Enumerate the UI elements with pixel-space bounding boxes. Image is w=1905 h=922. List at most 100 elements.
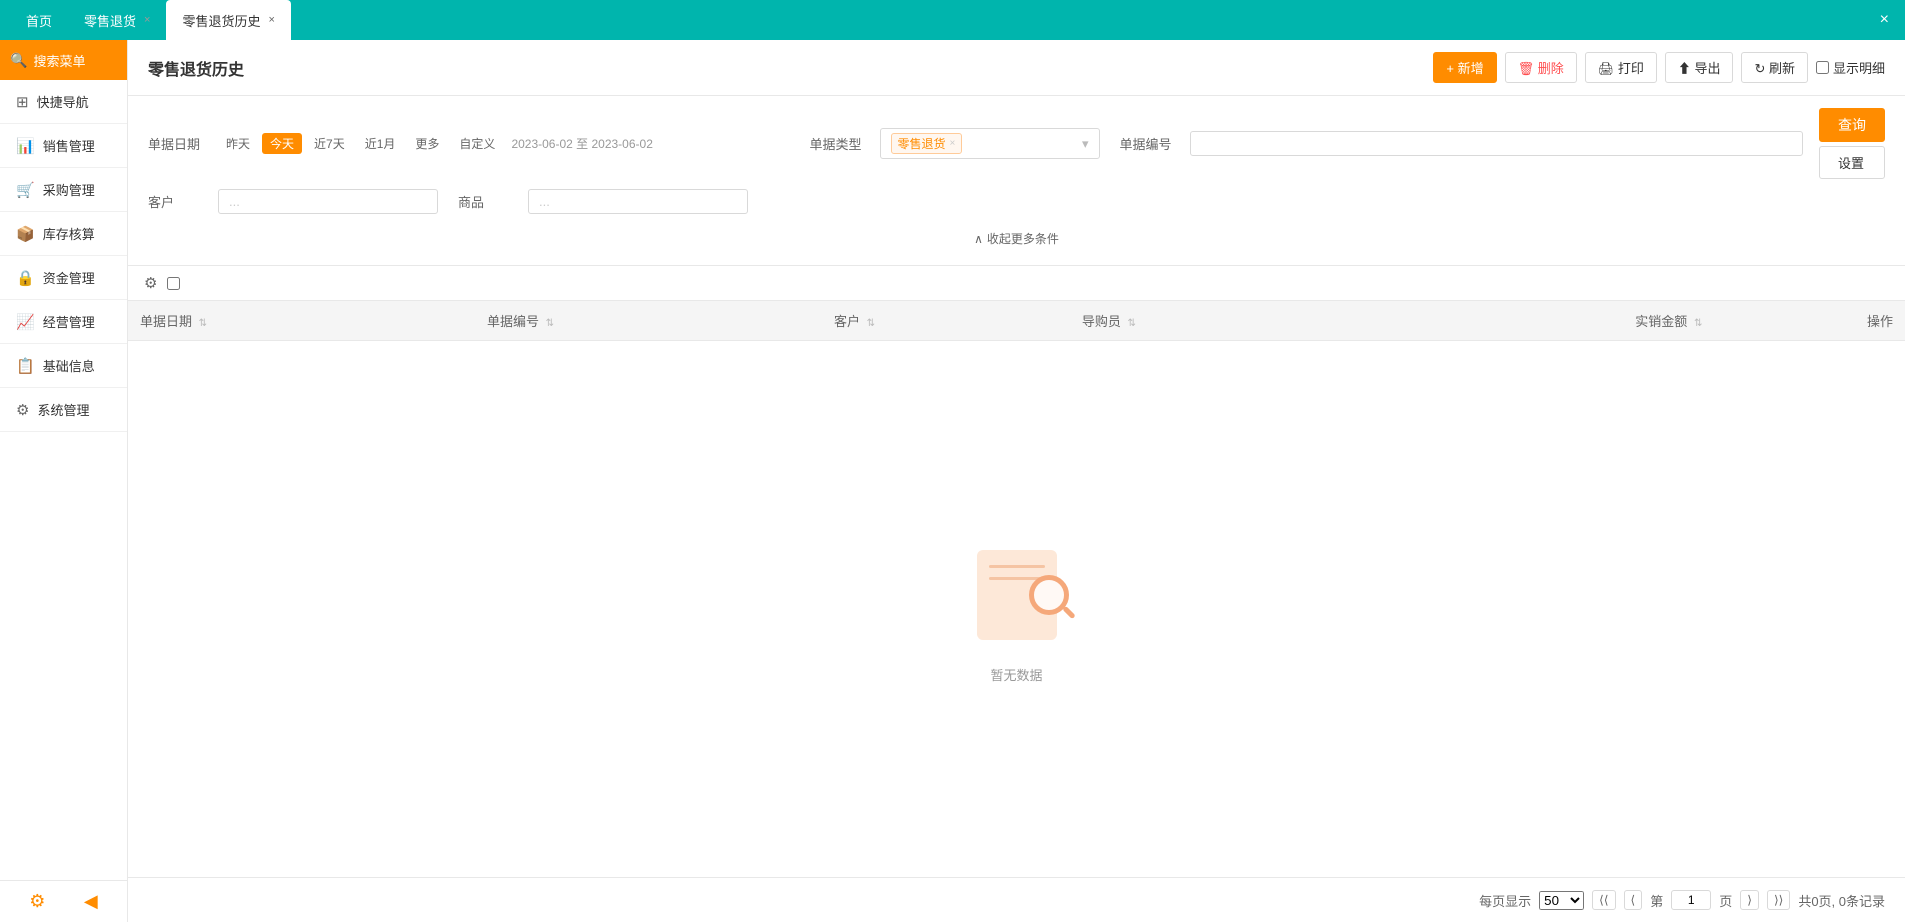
system-icon: ⚙ xyxy=(16,401,29,419)
tab-return-history-close[interactable]: × xyxy=(268,14,274,26)
tab-home-label: 首页 xyxy=(26,11,52,30)
order-no-input[interactable] xyxy=(1190,131,1804,156)
column-settings-icon[interactable]: ⚙ xyxy=(144,274,157,292)
show-detail-input[interactable] xyxy=(1816,61,1829,74)
sidebar-item-purchase-label: 采购管理 xyxy=(43,180,95,199)
date-btn-today[interactable]: 今天 xyxy=(262,133,302,154)
col-amount[interactable]: 实销金额 ⇅ xyxy=(1367,301,1714,341)
filter-order-label: 单据编号 xyxy=(1120,134,1190,153)
sidebar-item-base-info[interactable]: 📋 基础信息 xyxy=(0,344,127,388)
date-range-display: 2023-06-02 至 2023-06-02 xyxy=(511,135,652,152)
date-btn-1month[interactable]: 近1月 xyxy=(357,133,404,154)
filter-type-select[interactable]: 零售退货 × ▾ xyxy=(880,128,1100,159)
sidebar-item-base-info-label: 基础信息 xyxy=(43,356,95,375)
first-page-button[interactable]: ⟨⟨ xyxy=(1592,890,1615,910)
search-icon: 🔍 xyxy=(10,52,27,69)
date-btn-custom[interactable]: 自定义 xyxy=(451,133,503,154)
sidebar-item-finance[interactable]: 🔒 资金管理 xyxy=(0,256,127,300)
show-detail-label: 显示明细 xyxy=(1833,58,1885,77)
sort-amount-icon: ⇅ xyxy=(1694,318,1702,329)
filter-date-label: 单据日期 xyxy=(148,134,218,153)
sidebar-item-sales[interactable]: 📊 销售管理 xyxy=(0,124,127,168)
sort-order-icon: ⇅ xyxy=(546,318,554,329)
page-label-pre: 第 xyxy=(1650,891,1663,910)
date-btn-7days[interactable]: 近7天 xyxy=(306,133,353,154)
date-btn-yesterday[interactable]: 昨天 xyxy=(218,133,258,154)
select-all-checkbox[interactable] xyxy=(167,277,180,290)
sort-guide-icon: ⇅ xyxy=(1128,318,1136,329)
empty-text: 暂无数据 xyxy=(990,665,1042,684)
print-button[interactable]: 🖨 打印 xyxy=(1585,52,1657,83)
table-toolbar: ⚙ xyxy=(128,266,1905,301)
top-bar: 首页 零售退货 × 零售退货历史 × × xyxy=(0,0,1905,40)
tab-return-close[interactable]: × xyxy=(144,14,150,26)
new-button[interactable]: + 新增 xyxy=(1433,52,1496,83)
sidebar-item-system[interactable]: ⚙ 系统管理 xyxy=(0,388,127,432)
col-date[interactable]: 单据日期 ⇅ xyxy=(128,301,475,341)
col-order-no[interactable]: 单据编号 ⇅ xyxy=(475,301,822,341)
collapse-up-icon: ∧ xyxy=(974,232,983,246)
sidebar-menu: ⊞ 快捷导航 📊 销售管理 🛒 采购管理 📦 库存核算 🔒 资金管理 xyxy=(0,80,127,880)
sidebar-item-purchase[interactable]: 🛒 采购管理 xyxy=(0,168,127,212)
data-table: 单据日期 ⇅ 单据编号 ⇅ 客户 ⇅ xyxy=(128,301,1905,341)
page-label: 页 xyxy=(1719,891,1732,910)
sidebar-item-inventory[interactable]: 📦 库存核算 xyxy=(0,212,127,256)
query-button[interactable]: 查询 xyxy=(1819,108,1885,142)
collapse-label: 收起更多条件 xyxy=(987,230,1059,247)
inventory-icon: 📦 xyxy=(16,225,35,243)
tab-return[interactable]: 零售退货 × xyxy=(68,0,166,40)
sidebar-search[interactable]: 🔍 搜索菜单 xyxy=(0,40,127,80)
customer-placeholder: ... xyxy=(229,194,240,209)
filter-customer-label: 客户 xyxy=(148,192,218,211)
refresh-button[interactable]: ↻ 刷新 xyxy=(1741,52,1808,83)
page-title: 零售退货历史 xyxy=(148,56,244,80)
sidebar-item-business[interactable]: 📈 经营管理 xyxy=(0,300,127,344)
business-icon: 📈 xyxy=(16,313,35,331)
date-btn-more[interactable]: 更多 xyxy=(407,133,447,154)
filter-goods-label: 商品 xyxy=(458,192,528,211)
last-page-button[interactable]: ⟩⟩ xyxy=(1767,890,1790,910)
col-guide[interactable]: 导购员 ⇅ xyxy=(1070,301,1367,341)
dropdown-arrow-icon: ▾ xyxy=(1082,136,1089,152)
export-button[interactable]: ⬆ 导出 xyxy=(1665,52,1734,83)
empty-search-shape xyxy=(1029,575,1069,615)
next-page-button[interactable]: ⟩ xyxy=(1740,890,1759,910)
selected-type-tags: 零售退货 × xyxy=(891,133,967,154)
sidebar-item-inventory-label: 库存核算 xyxy=(43,224,95,243)
window-close-button[interactable]: × xyxy=(1880,11,1905,29)
sidebar-bottom: ⚙ ◀ xyxy=(0,880,127,922)
tab-list: 首页 零售退货 × 零售退货历史 × xyxy=(10,0,1880,40)
purchase-icon: 🛒 xyxy=(16,181,35,199)
setting-button[interactable]: 设置 xyxy=(1819,146,1885,179)
collapse-sidebar-icon[interactable]: ◀ xyxy=(84,891,98,912)
settings-gear-icon[interactable]: ⚙ xyxy=(29,891,45,912)
tab-return-history[interactable]: 零售退货历史 × xyxy=(166,0,290,40)
page-actions: + 新增 🗑 删除 🖨 打印 ⬆ 导出 ↻ 刷新 显示明细 xyxy=(1433,52,1885,83)
filter-row-2: 客户 ... 商品 ... xyxy=(148,189,1885,214)
total-records-label: 共0页, 0条记录 xyxy=(1798,891,1885,910)
customer-input[interactable]: ... xyxy=(218,189,438,214)
collapse-filter-bar[interactable]: ∧ 收起更多条件 xyxy=(148,224,1885,253)
col-customer[interactable]: 客户 ⇅ xyxy=(822,301,1070,341)
goods-input[interactable]: ... xyxy=(528,189,748,214)
sort-date-icon: ⇅ xyxy=(199,318,207,329)
filter-row-1: 单据日期 昨天 今天 近7天 近1月 更多 自定义 2023-06-02 至 2… xyxy=(148,108,1885,179)
table-container: ⚙ 单据日期 ⇅ 单据编号 ⇅ xyxy=(128,266,1905,877)
prev-page-button[interactable]: ⟨ xyxy=(1624,890,1643,910)
sidebar-item-finance-label: 资金管理 xyxy=(43,268,95,287)
tab-home[interactable]: 首页 xyxy=(10,0,68,40)
delete-button[interactable]: 🗑 删除 xyxy=(1505,52,1577,83)
page-size-select[interactable]: 10 20 50 100 xyxy=(1539,891,1584,910)
sidebar-item-quick-nav[interactable]: ⊞ 快捷导航 xyxy=(0,80,127,124)
sidebar: 🔍 搜索菜单 ⊞ 快捷导航 📊 销售管理 🛒 采购管理 📦 库 xyxy=(0,40,128,922)
table-head: 单据日期 ⇅ 单据编号 ⇅ 客户 ⇅ xyxy=(128,301,1905,341)
pagination: 每页显示 10 20 50 100 ⟨⟨ ⟨ 第 页 ⟩ ⟩⟩ 共0页, 0条记… xyxy=(128,877,1905,922)
show-detail-checkbox[interactable]: 显示明细 xyxy=(1816,58,1885,77)
empty-state: 暂无数据 xyxy=(128,341,1905,877)
sidebar-search-label: 搜索菜单 xyxy=(33,51,85,70)
tab-return-label: 零售退货 xyxy=(84,11,136,30)
type-tag-retail-return: 零售退货 × xyxy=(891,133,963,154)
sales-icon: 📊 xyxy=(16,137,35,155)
page-number-input[interactable] xyxy=(1671,890,1711,910)
type-tag-close[interactable]: × xyxy=(950,138,956,149)
